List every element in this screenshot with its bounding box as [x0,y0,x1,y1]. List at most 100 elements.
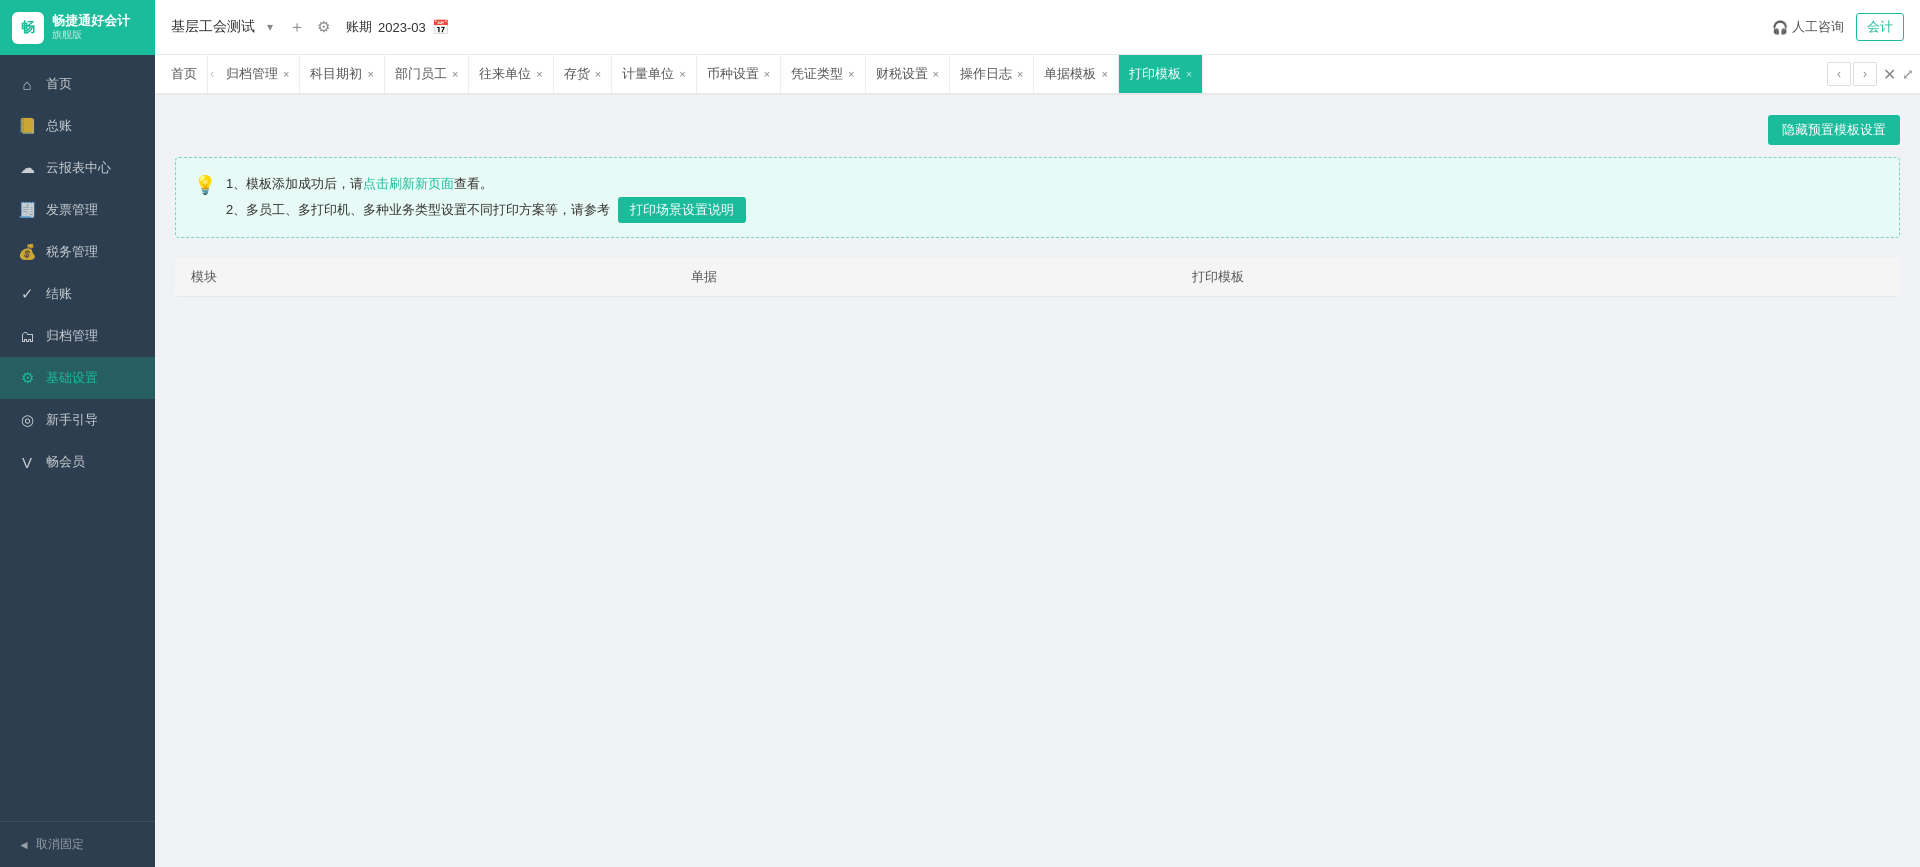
nav-label-ledger: 总账 [46,117,72,135]
sidebar-item-archive[interactable]: 🗂 归档管理 [0,315,155,357]
headset-icon: 🎧 [1772,20,1788,35]
tab-close-inventory[interactable]: × [595,68,601,80]
tab-close-subjects[interactable]: × [367,68,373,80]
unpin-button[interactable]: ◄ 取消固定 [0,821,155,867]
topbar-right: 🎧 人工咨询 会计 [1772,13,1904,41]
nav-icon-settings: ⚙ [18,369,36,387]
tab-label-measure: 计量单位 [622,65,674,83]
tab-label-subjects: 科目期初 [310,65,362,83]
tab-close-currency[interactable]: × [764,68,770,80]
calendar-icon[interactable]: 📅 [432,19,449,35]
tab-voucher-type[interactable]: 凭证类型 × [781,55,865,94]
tab-measure[interactable]: 计量单位 × [612,55,696,94]
tab-label-inventory: 存货 [564,65,590,83]
info-line1-prefix: 1、模板添加成功后，请 [226,176,363,191]
bulb-icon: 💡 [194,174,216,196]
col-doc: 单据 [675,258,1175,297]
tab-close-archive-mgmt[interactable]: × [283,68,289,80]
nav-label-checkout: 结账 [46,285,72,303]
nav-label-archive: 归档管理 [46,327,98,345]
tab-close-op-log[interactable]: × [1017,68,1023,80]
tab-close-measure[interactable]: × [679,68,685,80]
sidebar-nav: ⌂首页 📒 总账 ☁ 云报表中心 🧾 发票管理 💰税务管理 ✓ 结账 🗂 归档管理 ⚙ 基础设置 ◎新手引导… [0,55,155,821]
tab-archive-mgmt[interactable]: 归档管理× [216,55,300,94]
tab-close-partners[interactable]: × [536,68,542,80]
tab-prev-button[interactable]: ‹ [1827,62,1851,86]
tab-department[interactable]: 部门员工 × [385,55,469,94]
sidebar-item-reports[interactable]: ☁ 云报表中心 [0,147,155,189]
arrow-left-icon: ◄ [18,838,30,852]
content-header: 隐藏预置模板设置 [175,115,1900,145]
sidebar-item-invoice[interactable]: 🧾 发票管理 [0,189,155,231]
tab-label-single-template: 单据模板 [1044,65,1096,83]
tab-inventory[interactable]: 存货 × [554,55,612,94]
tab-label-print-template: 打印模板 [1129,65,1181,83]
period-label: 账期 [346,18,372,36]
sidebar-item-guide[interactable]: ◎新手引导 [0,399,155,441]
topbar: 基层工会测试 ▾ ＋ ⚙ 账期 2023-03 📅 🎧 人工咨询 会计 [155,0,1920,55]
add-tab-button[interactable]: ＋ [289,17,305,38]
sidebar-item-ledger[interactable]: 📒 总账 [0,105,155,147]
tab-home[interactable]: 首页 [161,55,208,94]
sidebar-item-settings[interactable]: ⚙ 基础设置 [0,357,155,399]
refresh-link[interactable]: 点击刷新新页面 [363,176,454,191]
logo-area: 畅 畅捷通好会计 旗舰版 [0,0,155,55]
nav-label-reports: 云报表中心 [46,159,111,177]
tab-close-tax-settings[interactable]: × [933,68,939,80]
info-box: 💡 1、模板添加成功后，请点击刷新新页面查看。 2、多员工、多打印机、多种业务类… [175,157,1900,238]
tab-close-single-template[interactable]: × [1101,68,1107,80]
tab-label-voucher-type: 凭证类型 [791,65,843,83]
content-area: 隐藏预置模板设置 💡 1、模板添加成功后，请点击刷新新页面查看。 2、多员工、多… [155,95,1920,867]
col-print_template: 打印模板 [1176,258,1901,297]
nav-icon-invoice: 🧾 [18,201,36,219]
period-value: 2023-03 [378,20,426,35]
info-text: 1、模板添加成功后，请点击刷新新页面查看。 2、多员工、多打印机、多种业务类型设… [226,172,746,223]
tab-close-print-template[interactable]: × [1186,68,1192,80]
print-template-table: 模块单据打印模板 [175,258,1900,297]
app-edition: 旗舰版 [52,28,130,42]
support-button[interactable]: 🎧 人工咨询 [1772,18,1844,36]
settings-icon[interactable]: ⚙ [317,18,330,36]
tab-subjects[interactable]: 科目期初 × [300,55,384,94]
tab-close-department[interactable]: × [452,68,458,80]
tab-label-department: 部门员工 [395,65,447,83]
col-module: 模块 [175,258,675,297]
company-name: 基层工会测试 [171,18,255,36]
tab-close-voucher-type[interactable]: × [848,68,854,80]
sidebar-item-tax[interactable]: 💰税务管理 [0,231,155,273]
tab-op-log[interactable]: 操作日志× [950,55,1034,94]
tab-currency[interactable]: 币种设置× [697,55,781,94]
tab-label-tax-settings: 财税设置 [876,65,928,83]
sidebar-item-checkout[interactable]: ✓ 结账 [0,273,155,315]
unpin-label: 取消固定 [36,836,84,853]
sidebar-item-home[interactable]: ⌂首页 [0,63,155,105]
tab-close-all-button[interactable]: ✕ [1883,65,1896,84]
logo-icon: 畅 [12,12,44,44]
tab-single-template[interactable]: 单据模板 × [1034,55,1118,94]
nav-icon-checkout: ✓ [18,285,36,303]
explain-button[interactable]: 打印场景设置说明 [618,197,746,223]
nav-icon-reports: ☁ [18,159,36,177]
nav-label-home: 首页 [46,75,72,93]
company-dropdown-icon[interactable]: ▾ [267,20,273,34]
nav-icon-member: V [18,454,36,471]
tab-tax-settings[interactable]: 财税设置 × [866,55,950,94]
nav-icon-archive: 🗂 [18,328,36,345]
nav-label-invoice: 发票管理 [46,201,98,219]
sidebar-item-member[interactable]: V畅会员 [0,441,155,483]
tab-next-button[interactable]: › [1853,62,1877,86]
nav-icon-ledger: 📒 [18,117,36,135]
table-header: 模块单据打印模板 [175,258,1900,297]
tab-expand-button[interactable]: ⤢ [1902,66,1914,82]
nav-icon-tax: 💰 [18,243,36,261]
nav-label-settings: 基础设置 [46,369,98,387]
info-line2-prefix: 2、多员工、多打印机、多种业务类型设置不同打印方案等，请参考 [226,202,610,217]
hide-preview-button[interactable]: 隐藏预置模板设置 [1768,115,1900,145]
tab-partners[interactable]: 往来单位 × [469,55,553,94]
app-name: 畅捷通好会计 [52,13,130,29]
kuaiji-button[interactable]: 会计 [1856,13,1904,41]
main-area: 基层工会测试 ▾ ＋ ⚙ 账期 2023-03 📅 🎧 人工咨询 会计 首页 ‹ 归… [155,0,1920,867]
tab-label-partners: 往来单位 [479,65,531,83]
nav-icon-guide: ◎ [18,411,36,429]
tab-print-template[interactable]: 打印模板 × [1119,55,1203,94]
